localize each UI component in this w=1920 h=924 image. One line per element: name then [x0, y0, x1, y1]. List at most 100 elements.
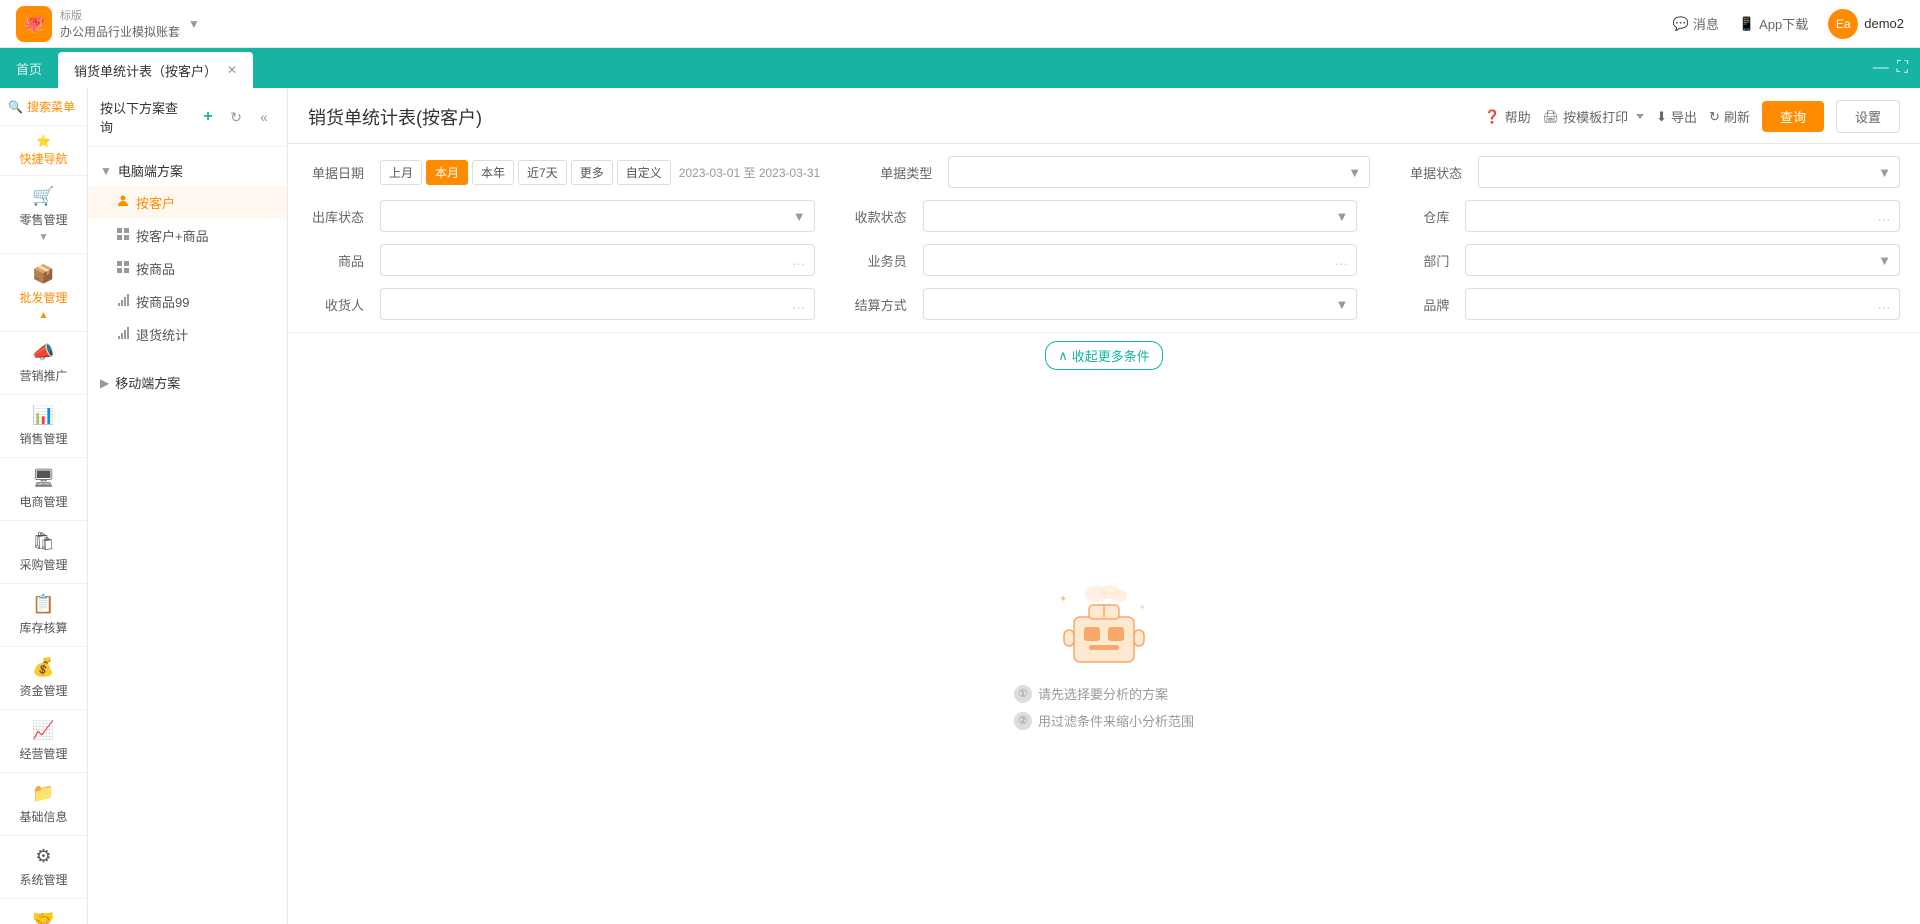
brand-input[interactable]: … — [1465, 288, 1900, 320]
out-status-label: 出库状态 — [308, 207, 364, 226]
inventory-icon: 📋 — [32, 594, 54, 615]
desktop-scheme-group: ▼ 电脑端方案 按客户 按客户+商品 — [88, 147, 287, 359]
left-panel: 按以下方案查询 + ↻ « ▼ 电脑端方案 按客户 — [88, 88, 288, 924]
app-download-btn[interactable]: 📱 App下载 — [1739, 14, 1808, 33]
svg-text:✦: ✦ — [1059, 594, 1067, 605]
sidebar-item-wholesale[interactable]: 📦 批发管理 ▲ — [0, 254, 87, 332]
enterprise-icon: 🤝 — [32, 909, 54, 924]
date-btn-this-month[interactable]: 本月 — [426, 160, 468, 185]
department-label: 部门 — [1393, 251, 1449, 270]
query-btn[interactable]: 查询 — [1762, 101, 1824, 132]
refresh-btn[interactable]: ↻ 刷新 — [1709, 107, 1750, 126]
sidebar-item-purchase[interactable]: 🛍 采购管理 — [0, 521, 87, 584]
sidebar-item-finance[interactable]: 💰 资金管理 — [0, 647, 87, 710]
date-btn-this-year[interactable]: 本年 — [472, 160, 514, 185]
download-icon: 📱 — [1739, 16, 1755, 32]
print-dropdown-arrow — [1636, 114, 1644, 119]
brand-label: 品牌 — [1393, 295, 1449, 314]
sidebar-item-operation[interactable]: 📈 经营管理 — [0, 710, 87, 773]
app-title: 办公用品行业模拟账套 — [60, 23, 180, 40]
top-header: 🐙 标版 办公用品行业模拟账套 ▼ 💬 消息 📱 App下载 Ea demo2 — [0, 0, 1920, 48]
by-product-99-icon — [116, 293, 130, 310]
collapse-btn-area: ∧ 收起更多条件 — [288, 332, 1920, 378]
help-icon: ❓ — [1484, 109, 1500, 125]
desktop-scheme-group-header[interactable]: ▼ 电脑端方案 — [88, 155, 287, 186]
brand-ellipsis: … — [1877, 296, 1891, 312]
scheme-item-return-stat[interactable]: 退货统计 — [88, 318, 287, 351]
out-status-chevron: ▼ — [793, 209, 806, 224]
date-btn-more[interactable]: 更多 — [571, 160, 613, 185]
scheme-item-by-customer-product[interactable]: 按客户+商品 — [88, 219, 287, 252]
sidebar-quick-nav[interactable]: ⭐ 快捷导航 — [0, 126, 87, 176]
operation-icon: 📈 — [32, 720, 54, 741]
purchase-icon: 🛍 — [32, 531, 55, 552]
date-btn-7days[interactable]: 近7天 — [518, 160, 567, 185]
settlement-select[interactable]: ▼ — [923, 288, 1358, 320]
salesman-ellipsis: … — [1334, 252, 1348, 268]
add-scheme-btn[interactable]: + — [197, 106, 219, 128]
page-actions: ❓ 帮助 🖨 按模板打印 ⬇ 导出 ↻ — [1484, 100, 1900, 133]
collapse-panel-btn[interactable]: « — [253, 106, 275, 128]
sidebar-item-system[interactable]: ⚙ 系统管理 — [0, 836, 87, 899]
out-status-select[interactable]: ▼ — [380, 200, 815, 232]
tip-num-1: ① — [1014, 685, 1032, 703]
retail-icon: 🛒 — [32, 186, 54, 207]
product-input[interactable]: … — [380, 244, 815, 276]
sidebar: 🔍 搜索菜单 ⭐ 快捷导航 🛒 零售管理 ▼ 📦 批发管理 ▲ 📣 营销推广 📊… — [0, 88, 88, 924]
sidebar-item-ecommerce[interactable]: 🖥 电商管理 — [0, 458, 87, 521]
tab-sales-stat[interactable]: 销货单统计表（按客户） ✕ — [58, 52, 253, 88]
doc-type-select[interactable]: ▼ — [948, 156, 1370, 188]
payment-status-label: 收款状态 — [851, 207, 907, 226]
retail-arrow: ▼ — [39, 232, 49, 243]
export-icon: ⬇ — [1656, 109, 1667, 125]
collapse-more-btn[interactable]: ∧ 收起更多条件 — [1045, 341, 1163, 370]
sidebar-item-basic[interactable]: 📁 基础信息 — [0, 773, 87, 836]
wholesale-arrow: ▲ — [39, 310, 49, 321]
settings-btn[interactable]: 设置 — [1836, 100, 1900, 133]
scheme-item-by-product-99[interactable]: 按商品99 — [88, 285, 287, 318]
tab-close-btn[interactable]: ✕ — [227, 63, 237, 77]
date-btn-custom[interactable]: 自定义 — [617, 160, 671, 185]
sidebar-item-marketing[interactable]: 📣 营销推广 — [0, 332, 87, 395]
salesman-input[interactable]: … — [923, 244, 1358, 276]
date-btn-last-month[interactable]: 上月 — [380, 160, 422, 185]
sidebar-item-inventory[interactable]: 📋 库存核算 — [0, 584, 87, 647]
tab-home[interactable]: 首页 — [0, 48, 58, 88]
print-btn[interactable]: 🖨 按模板打印 — [1543, 107, 1645, 126]
svg-text:✦: ✦ — [1139, 603, 1146, 612]
sidebar-item-retail[interactable]: 🛒 零售管理 ▼ — [0, 176, 87, 254]
sidebar-item-enterprise[interactable]: 🤝 企业协同 — [0, 899, 87, 924]
tab-bar: 首页 销货单统计表（按客户） ✕ — ⛶ — [0, 48, 1920, 88]
header-right: 💬 消息 📱 App下载 Ea demo2 — [1673, 9, 1904, 39]
scheme-item-by-product[interactable]: 按商品 — [88, 252, 287, 285]
warehouse-label: 仓库 — [1393, 207, 1449, 226]
user-menu[interactable]: Ea demo2 — [1828, 9, 1904, 39]
tab-bar-actions: — ⛶ — [1873, 60, 1920, 76]
doc-status-select[interactable]: ▼ — [1478, 156, 1900, 188]
mobile-scheme-group-header[interactable]: ▶ 移动端方案 — [88, 367, 287, 398]
help-btn[interactable]: ❓ 帮助 — [1484, 107, 1530, 126]
sidebar-item-sales[interactable]: 📊 销售管理 — [0, 395, 87, 458]
content-area: 按以下方案查询 + ↻ « ▼ 电脑端方案 按客户 — [88, 88, 1920, 924]
warehouse-input[interactable]: … — [1465, 200, 1900, 232]
tab-minimize-btn[interactable]: — — [1873, 60, 1889, 76]
scheme-item-by-customer[interactable]: 按客户 — [88, 186, 287, 219]
receiver-input[interactable]: … — [380, 288, 815, 320]
sidebar-search[interactable]: 🔍 搜索菜单 — [0, 88, 87, 126]
settlement-label: 结算方式 — [851, 295, 907, 314]
message-btn[interactable]: 💬 消息 — [1673, 14, 1719, 33]
date-label: 单据日期 — [308, 163, 364, 182]
payment-status-chevron: ▼ — [1335, 209, 1348, 224]
refresh-scheme-btn[interactable]: ↻ — [225, 106, 247, 128]
search-icon: 🔍 — [8, 100, 23, 114]
export-btn[interactable]: ⬇ 导出 — [1656, 107, 1697, 126]
receiver-label: 收货人 — [308, 295, 364, 314]
right-content: 销货单统计表(按客户) ❓ 帮助 🖨 按模板打印 ⬇ — [288, 88, 1920, 924]
payment-status-select[interactable]: ▼ — [923, 200, 1358, 232]
filter-row-1: 单据日期 上月 本月 本年 近7天 更多 自定义 2023-03-01 至 20… — [308, 156, 1900, 188]
tab-maximize-btn[interactable]: ⛶ — [1897, 60, 1908, 76]
app-title-dropdown[interactable]: ▼ — [188, 17, 200, 31]
department-select[interactable]: ▼ — [1465, 244, 1900, 276]
filter-row-4: 收货人 … 结算方式 ▼ 品牌 … — [308, 288, 1900, 320]
doc-status-chevron: ▼ — [1878, 165, 1891, 180]
